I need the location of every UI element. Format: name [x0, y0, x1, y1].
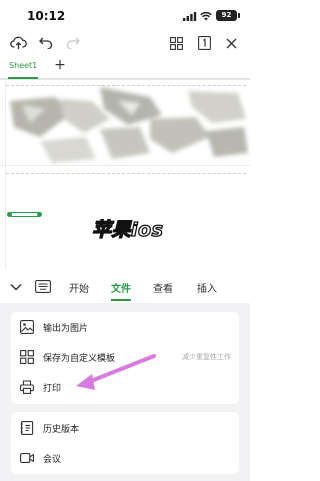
status-bar: 10:12 92 — [0, 0, 250, 32]
close-icon — [226, 38, 236, 48]
battery-tip — [238, 13, 240, 18]
redo-button[interactable] — [63, 32, 83, 54]
cloud-upload-icon — [9, 36, 27, 49]
undo-button[interactable] — [36, 32, 56, 54]
print-item[interactable]: 打印 — [11, 372, 239, 402]
more-actions-card: 历史版本 会议 — [11, 412, 239, 474]
save-template-label: 保存为自定义模板 — [43, 354, 116, 364]
bottom-menu-panel: 开始 文件 查看 插入 输出为图片 保存为自定义模板 减少重复性工作 打印 历史… — [0, 270, 250, 481]
meeting-item[interactable]: 会议 — [11, 443, 239, 473]
signal-icon — [183, 12, 197, 21]
selection-handle-right[interactable] — [37, 212, 42, 217]
image-icon — [20, 320, 34, 334]
menu-tab-bar: 开始 文件 查看 插入 — [0, 270, 250, 303]
tab-start[interactable]: 开始 — [69, 280, 89, 295]
page-count-icon — [197, 36, 211, 50]
export-image-label: 输出为图片 — [43, 324, 89, 334]
tab-view[interactable]: 查看 — [153, 280, 173, 295]
redo-icon — [66, 37, 80, 49]
spreadsheet-canvas[interactable]: 苹果ios — [0, 79, 250, 270]
grid-view-button[interactable] — [166, 32, 186, 54]
export-image-item[interactable]: 输出为图片 — [11, 312, 239, 342]
tab-insert[interactable]: 插入 — [197, 280, 217, 295]
wifi-icon — [200, 11, 212, 21]
history-label: 历史版本 — [43, 425, 80, 435]
selection-handle-left[interactable] — [7, 212, 12, 217]
close-button[interactable] — [221, 32, 241, 54]
chevron-down-icon[interactable] — [9, 280, 23, 294]
page-break-line — [6, 173, 246, 174]
tab-active-underline — [111, 299, 131, 301]
cloud-upload-button[interactable] — [8, 32, 28, 54]
history-icon — [20, 421, 34, 435]
sheet-tab-bar: Sheet1 + — [0, 57, 250, 79]
sheet-tab-sheet1[interactable]: Sheet1 — [6, 61, 40, 70]
watermark-text: 苹果ios — [91, 218, 164, 241]
cell-selection[interactable] — [10, 212, 40, 217]
meeting-label: 会议 — [43, 455, 62, 465]
keyboard-icon[interactable] — [35, 280, 51, 293]
grid-line — [0, 165, 250, 166]
add-sheet-button[interactable]: + — [53, 57, 67, 73]
undo-icon — [39, 37, 53, 49]
printer-icon — [20, 380, 34, 394]
blurred-content-image — [10, 87, 248, 163]
file-actions-card: 输出为图片 保存为自定义模板 减少重复性工作 打印 — [11, 312, 239, 404]
status-time: 10:12 — [27, 9, 66, 23]
grid-icon — [169, 36, 183, 50]
battery-level: 92 — [221, 11, 232, 19]
print-label: 打印 — [43, 384, 62, 394]
template-icon — [20, 350, 34, 364]
history-item[interactable]: 历史版本 — [11, 413, 239, 443]
video-meeting-icon — [20, 453, 34, 463]
tab-file[interactable]: 文件 — [111, 280, 131, 295]
save-template-item[interactable]: 保存为自定义模板 减少重复性工作 — [11, 342, 239, 372]
save-template-hint: 减少重复性工作 — [182, 353, 231, 361]
battery-icon: 92 — [216, 10, 237, 21]
page-count-button[interactable] — [194, 32, 214, 54]
toolbar — [0, 32, 250, 56]
